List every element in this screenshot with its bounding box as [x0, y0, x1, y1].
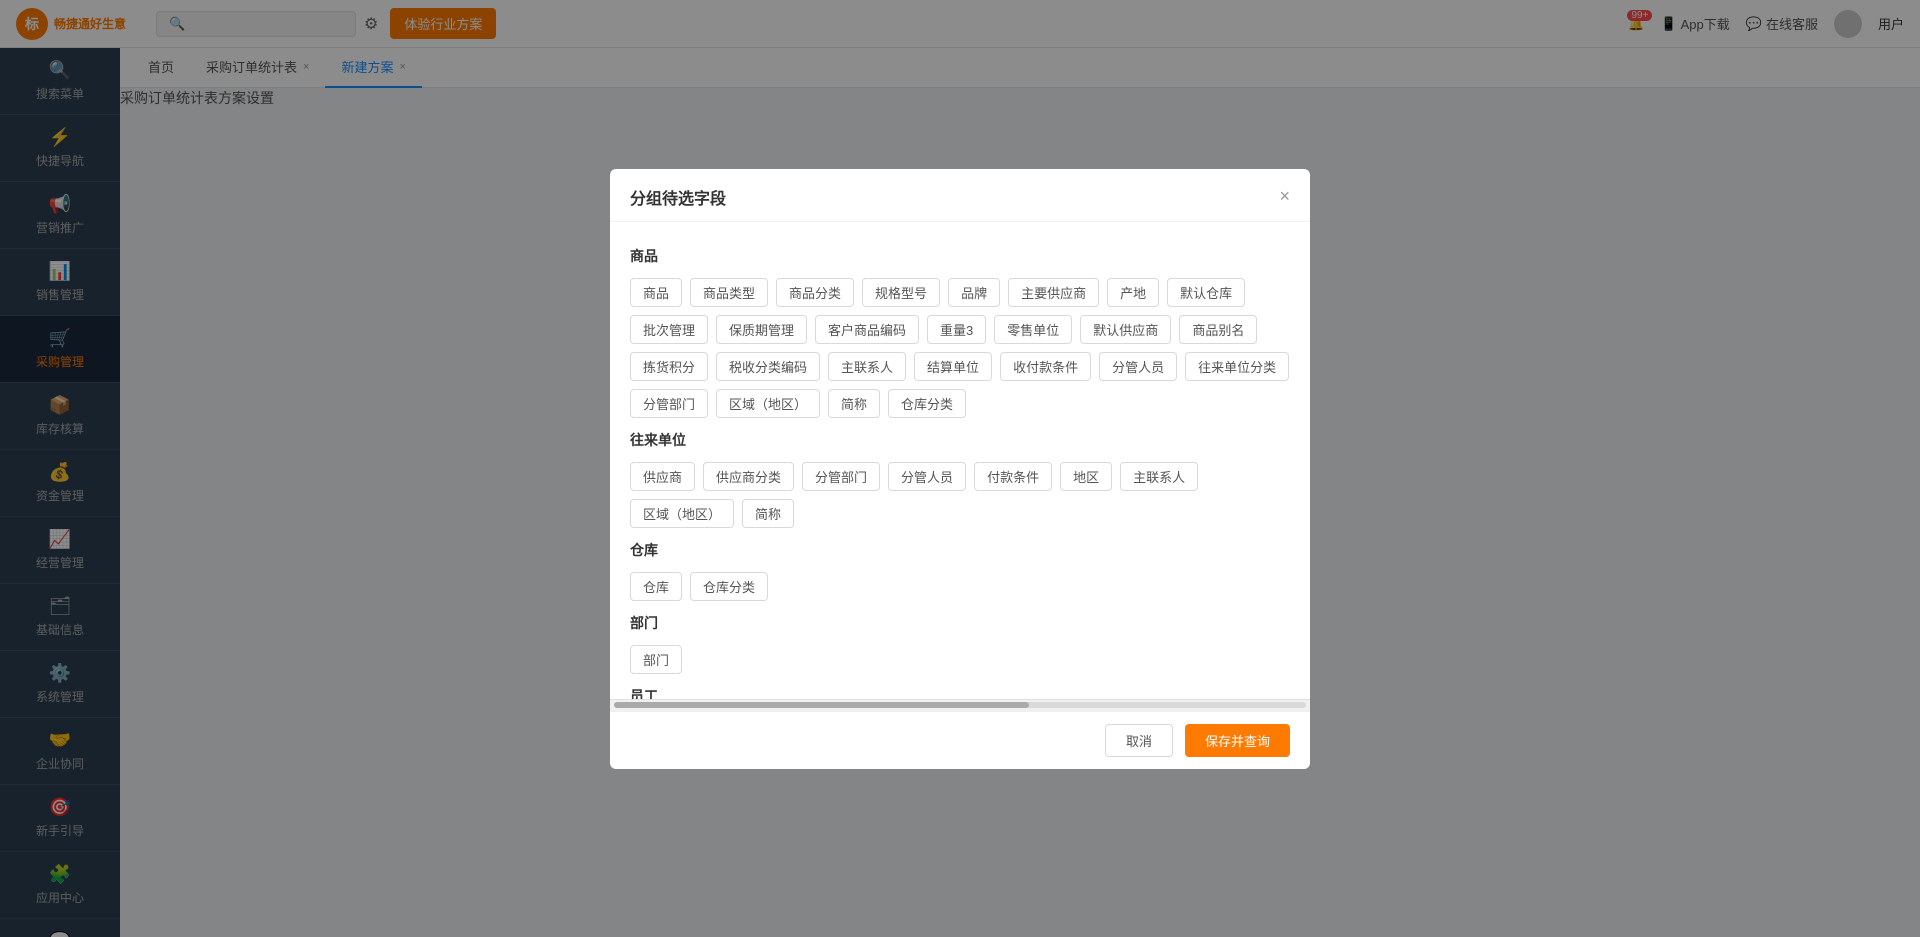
tag-品牌[interactable]: 品牌 [948, 278, 1000, 307]
tag-主联系人[interactable]: 主联系人 [1120, 462, 1198, 491]
tag-简称[interactable]: 简称 [742, 499, 794, 528]
cancel-button[interactable]: 取消 [1105, 724, 1173, 757]
modal-close-button[interactable]: × [1279, 186, 1290, 207]
tag-商品[interactable]: 商品 [630, 278, 682, 307]
tag-主联系人[interactable]: 主联系人 [828, 352, 906, 381]
section-title-employee: 员工 [630, 686, 1290, 699]
tag-拣货积分[interactable]: 拣货积分 [630, 352, 708, 381]
tags-row-warehouse: 仓库仓库分类 [630, 572, 1290, 601]
tag-商品类型[interactable]: 商品类型 [690, 278, 768, 307]
tag-规格型号[interactable]: 规格型号 [862, 278, 940, 307]
tag-默认仓库[interactable]: 默认仓库 [1167, 278, 1245, 307]
section-title-warehouse: 仓库 [630, 540, 1290, 560]
modal-horizontal-scrollbar[interactable] [610, 699, 1310, 711]
modal-overlay: 分组待选字段 × 商品商品商品类型商品分类规格型号品牌主要供应商产地默认仓库批次… [0, 0, 1920, 937]
modal-dialog: 分组待选字段 × 商品商品商品类型商品分类规格型号品牌主要供应商产地默认仓库批次… [610, 169, 1310, 769]
tag-区域（地区）[interactable]: 区域（地区） [716, 389, 820, 418]
modal-title: 分组待选字段 [630, 185, 726, 209]
tag-收付款条件[interactable]: 收付款条件 [1000, 352, 1091, 381]
tag-供应商分类[interactable]: 供应商分类 [703, 462, 794, 491]
section-title-product: 商品 [630, 246, 1290, 266]
tag-地区[interactable]: 地区 [1060, 462, 1112, 491]
tag-仓库分类[interactable]: 仓库分类 [690, 572, 768, 601]
tag-商品别名[interactable]: 商品别名 [1179, 315, 1257, 344]
tag-重量3[interactable]: 重量3 [927, 315, 986, 344]
tag-部门[interactable]: 部门 [630, 645, 682, 674]
tag-客户商品编码[interactable]: 客户商品编码 [815, 315, 919, 344]
confirm-button[interactable]: 保存并查询 [1185, 724, 1290, 757]
tag-批次管理[interactable]: 批次管理 [630, 315, 708, 344]
tags-row-product: 商品商品类型商品分类规格型号品牌主要供应商产地默认仓库批次管理保质期管理客户商品… [630, 278, 1290, 418]
tag-主要供应商[interactable]: 主要供应商 [1008, 278, 1099, 307]
tag-分管人员[interactable]: 分管人员 [888, 462, 966, 491]
tag-往来单位分类[interactable]: 往来单位分类 [1185, 352, 1289, 381]
tag-零售单位[interactable]: 零售单位 [994, 315, 1072, 344]
tag-仓库[interactable]: 仓库 [630, 572, 682, 601]
tag-供应商[interactable]: 供应商 [630, 462, 695, 491]
tag-区域（地区）[interactable]: 区域（地区） [630, 499, 734, 528]
tag-付款条件[interactable]: 付款条件 [974, 462, 1052, 491]
section-title-partner: 往来单位 [630, 430, 1290, 450]
tags-row-partner: 供应商供应商分类分管部门分管人员付款条件地区主联系人区域（地区） 简称 [630, 462, 1290, 528]
tag-分管部门[interactable]: 分管部门 [802, 462, 880, 491]
tags-row-department: 部门 [630, 645, 1290, 674]
modal-body: 商品商品商品类型商品分类规格型号品牌主要供应商产地默认仓库批次管理保质期管理客户… [610, 222, 1310, 699]
tag-简称[interactable]: 简称 [828, 389, 880, 418]
tag-商品分类[interactable]: 商品分类 [776, 278, 854, 307]
section-title-department: 部门 [630, 613, 1290, 633]
tag-分管部门[interactable]: 分管部门 [630, 389, 708, 418]
tag-仓库分类[interactable]: 仓库分类 [888, 389, 966, 418]
tag-保质期管理[interactable]: 保质期管理 [716, 315, 807, 344]
tag-产地[interactable]: 产地 [1107, 278, 1159, 307]
tag-结算单位[interactable]: 结算单位 [914, 352, 992, 381]
modal-header: 分组待选字段 × [610, 169, 1310, 222]
modal-footer: 取消 保存并查询 [610, 711, 1310, 769]
tag-税收分类编码[interactable]: 税收分类编码 [716, 352, 820, 381]
tag-分管人员[interactable]: 分管人员 [1099, 352, 1177, 381]
tag-默认供应商[interactable]: 默认供应商 [1080, 315, 1171, 344]
